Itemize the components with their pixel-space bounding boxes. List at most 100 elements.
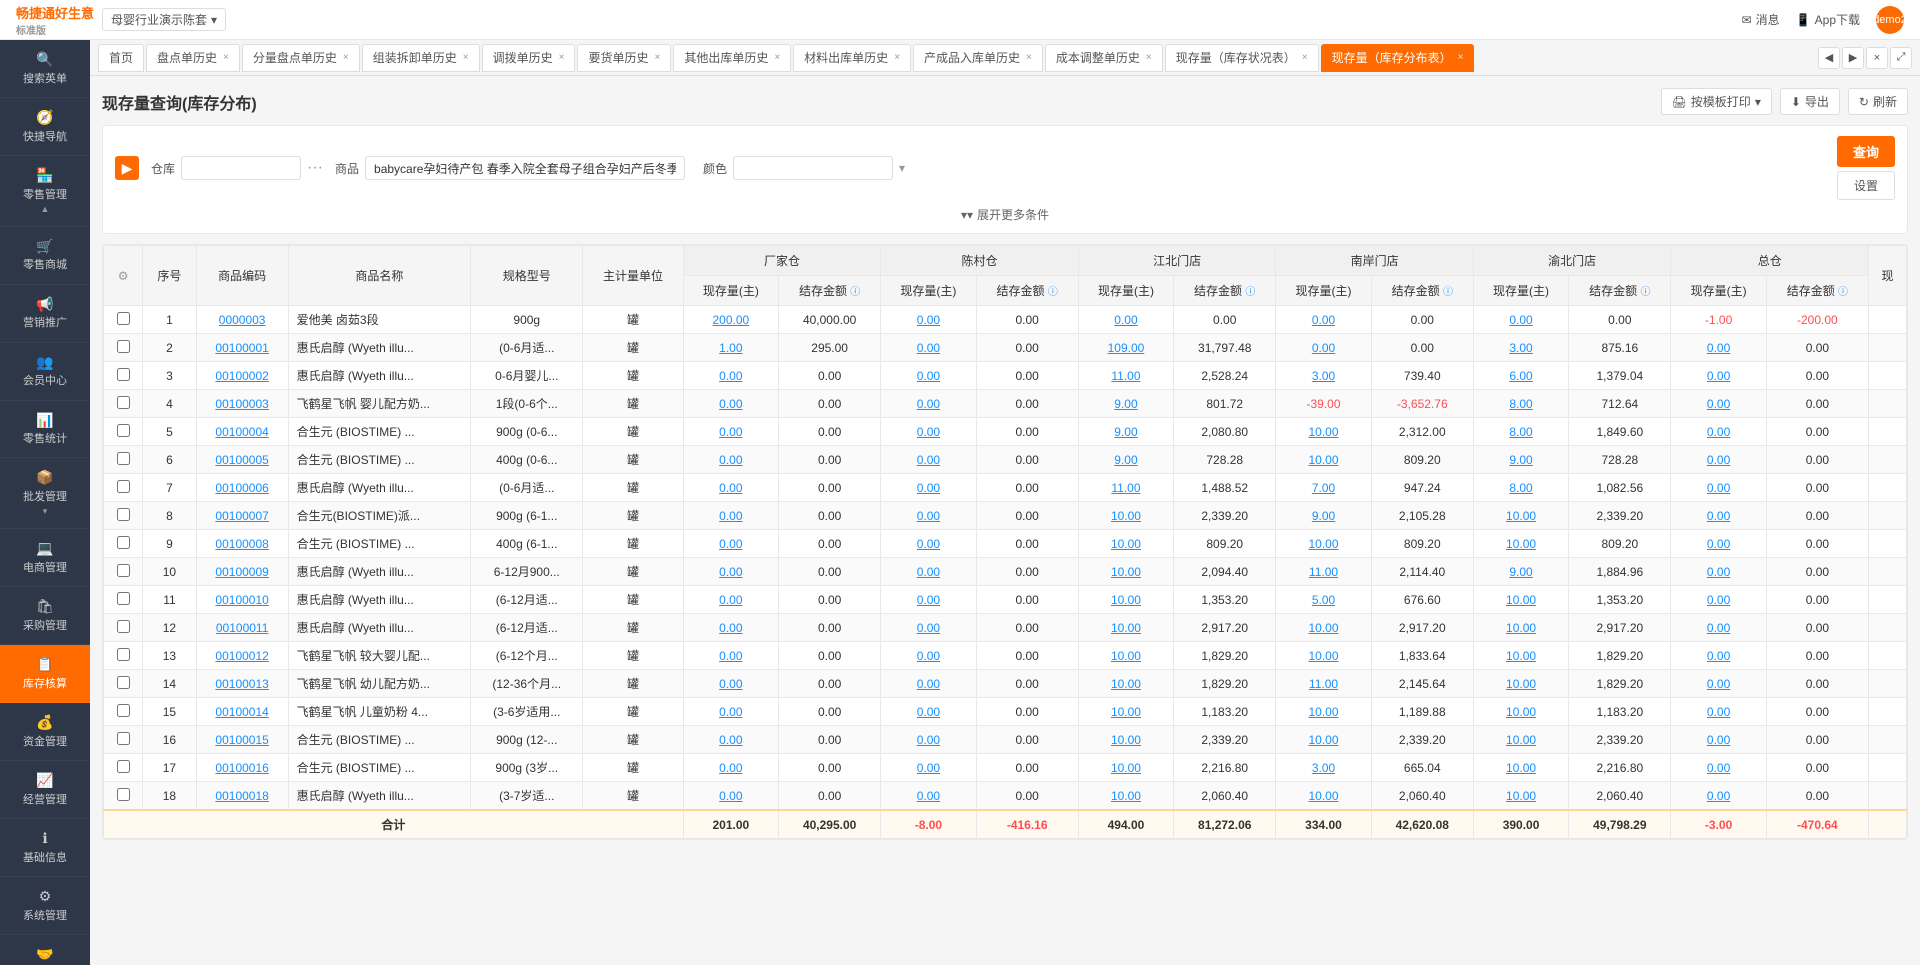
td-jiangbei-qty[interactable]: 11.00: [1078, 362, 1173, 390]
sidebar-item-marketing[interactable]: 📢 营销推广: [0, 285, 90, 343]
sidebar-item-member[interactable]: 👥 会员中心: [0, 343, 90, 401]
td-check[interactable]: [104, 474, 143, 502]
sidebar-item-system[interactable]: ⚙ 系统管理: [0, 877, 90, 935]
td-yubei-qty[interactable]: 8.00: [1473, 390, 1568, 418]
td-chenlin-qty[interactable]: 0.00: [881, 614, 976, 642]
td-code[interactable]: 00100010: [196, 586, 288, 614]
td-code[interactable]: 00100001: [196, 334, 288, 362]
td-factory-qty[interactable]: 0.00: [683, 782, 778, 811]
td-yubei-qty[interactable]: 10.00: [1473, 614, 1568, 642]
row-checkbox[interactable]: [117, 312, 130, 325]
tab-product-in[interactable]: 产成品入库单历史 ×: [913, 44, 1043, 72]
tab-material-out[interactable]: 材料出库单历史 ×: [793, 44, 911, 72]
td-check[interactable]: [104, 362, 143, 390]
tab-close-inventory-dist[interactable]: ×: [1458, 52, 1464, 63]
td-factory-qty[interactable]: 0.00: [683, 390, 778, 418]
td-factory-qty[interactable]: 0.00: [683, 614, 778, 642]
search-expand-button[interactable]: ▶: [115, 156, 139, 180]
td-total-qty[interactable]: 0.00: [1671, 698, 1766, 726]
td-jiangbei-qty[interactable]: 10.00: [1078, 558, 1173, 586]
td-yubei-qty[interactable]: 0.00: [1473, 306, 1568, 334]
td-factory-qty[interactable]: 0.00: [683, 418, 778, 446]
warehouse-dots[interactable]: ···: [307, 159, 323, 177]
td-code[interactable]: 00100013: [196, 670, 288, 698]
td-total-qty[interactable]: 0.00: [1671, 726, 1766, 754]
td-code[interactable]: 00100012: [196, 642, 288, 670]
tab-branch-count[interactable]: 分量盘点单历史 ×: [242, 44, 360, 72]
td-total-qty[interactable]: 0.00: [1671, 334, 1766, 362]
row-checkbox[interactable]: [117, 592, 130, 605]
tab-close-transfer[interactable]: ×: [559, 52, 565, 63]
sidebar-item-purchase[interactable]: 🛍 采购管理: [0, 587, 90, 645]
sidebar-item-retail-mgmt[interactable]: 🏪 零售管理 ▲: [0, 156, 90, 227]
row-checkbox[interactable]: [117, 704, 130, 717]
td-factory-qty[interactable]: 0.00: [683, 726, 778, 754]
td-factory-qty[interactable]: 0.00: [683, 586, 778, 614]
tab-close-requisition[interactable]: ×: [654, 52, 660, 63]
warehouse-input[interactable]: [181, 156, 301, 180]
td-factory-qty[interactable]: 0.00: [683, 670, 778, 698]
tab-close-inventory-count[interactable]: ×: [223, 52, 229, 63]
td-code[interactable]: 00100014: [196, 698, 288, 726]
tab-transfer[interactable]: 调拨单历史 ×: [482, 44, 576, 72]
td-chenlin-qty[interactable]: 0.00: [881, 530, 976, 558]
setting-button[interactable]: 设置: [1837, 171, 1895, 200]
td-code[interactable]: 00100005: [196, 446, 288, 474]
td-code[interactable]: 00100015: [196, 726, 288, 754]
td-code[interactable]: 00100003: [196, 390, 288, 418]
sidebar-item-inventory[interactable]: 📋 库存核算: [0, 645, 90, 703]
td-jiangbei-qty[interactable]: 10.00: [1078, 530, 1173, 558]
td-chenlin-qty[interactable]: 0.00: [881, 754, 976, 782]
tab-cost-adjust[interactable]: 成本调整单历史 ×: [1045, 44, 1163, 72]
td-yubei-qty[interactable]: 8.00: [1473, 418, 1568, 446]
th-gear[interactable]: ⚙: [104, 246, 143, 306]
td-jiangbei-qty[interactable]: 10.00: [1078, 726, 1173, 754]
td-chenlin-qty[interactable]: 0.00: [881, 390, 976, 418]
tab-prev-button[interactable]: ◀: [1818, 47, 1840, 69]
query-button[interactable]: 查询: [1837, 136, 1895, 167]
td-factory-qty[interactable]: 200.00: [683, 306, 778, 334]
td-nanan-qty[interactable]: 11.00: [1276, 558, 1371, 586]
td-total-qty[interactable]: 0.00: [1671, 670, 1766, 698]
td-jiangbei-qty[interactable]: 9.00: [1078, 446, 1173, 474]
sidebar-item-retail-shop[interactable]: 🛒 零售商城: [0, 227, 90, 285]
row-checkbox[interactable]: [117, 368, 130, 381]
td-yubei-qty[interactable]: 10.00: [1473, 754, 1568, 782]
td-code[interactable]: 00100011: [196, 614, 288, 642]
td-nanan-qty[interactable]: 0.00: [1276, 334, 1371, 362]
tab-inventory-status[interactable]: 现存量（库存状况表） ×: [1165, 44, 1319, 72]
td-yubei-qty[interactable]: 10.00: [1473, 642, 1568, 670]
tab-requisition[interactable]: 要货单历史 ×: [577, 44, 671, 72]
print-button[interactable]: 🖨 按模板打印 ▾: [1661, 88, 1772, 115]
td-total-qty[interactable]: 0.00: [1671, 418, 1766, 446]
td-code[interactable]: 00100009: [196, 558, 288, 586]
td-code[interactable]: 00100002: [196, 362, 288, 390]
td-chenlin-qty[interactable]: 0.00: [881, 670, 976, 698]
td-nanan-qty[interactable]: 3.00: [1276, 754, 1371, 782]
row-checkbox[interactable]: [117, 424, 130, 437]
row-checkbox[interactable]: [117, 648, 130, 661]
row-checkbox[interactable]: [117, 564, 130, 577]
td-jiangbei-qty[interactable]: 10.00: [1078, 754, 1173, 782]
td-check[interactable]: [104, 642, 143, 670]
refresh-button[interactable]: ↻ 刷新: [1848, 88, 1908, 115]
td-yubei-qty[interactable]: 10.00: [1473, 782, 1568, 811]
td-check[interactable]: [104, 586, 143, 614]
td-nanan-qty[interactable]: 3.00: [1276, 362, 1371, 390]
td-jiangbei-qty[interactable]: 0.00: [1078, 306, 1173, 334]
td-nanan-qty[interactable]: 10.00: [1276, 530, 1371, 558]
td-chenlin-qty[interactable]: 0.00: [881, 362, 976, 390]
td-check[interactable]: [104, 530, 143, 558]
td-nanan-qty[interactable]: 9.00: [1276, 502, 1371, 530]
tab-inventory-count[interactable]: 盘点单历史 ×: [146, 44, 240, 72]
td-code[interactable]: 00100008: [196, 530, 288, 558]
td-code[interactable]: 0000003: [196, 306, 288, 334]
expand-row[interactable]: ▾▾ 展开更多条件: [115, 206, 1895, 223]
td-jiangbei-qty[interactable]: 9.00: [1078, 390, 1173, 418]
td-factory-qty[interactable]: 0.00: [683, 446, 778, 474]
td-total-qty[interactable]: 0.00: [1671, 782, 1766, 811]
sidebar-item-ecommerce[interactable]: 💻 电商管理: [0, 529, 90, 587]
td-nanan-qty[interactable]: -39.00: [1276, 390, 1371, 418]
sidebar-item-search[interactable]: 🔍 搜索英单: [0, 40, 90, 98]
td-code[interactable]: 00100006: [196, 474, 288, 502]
